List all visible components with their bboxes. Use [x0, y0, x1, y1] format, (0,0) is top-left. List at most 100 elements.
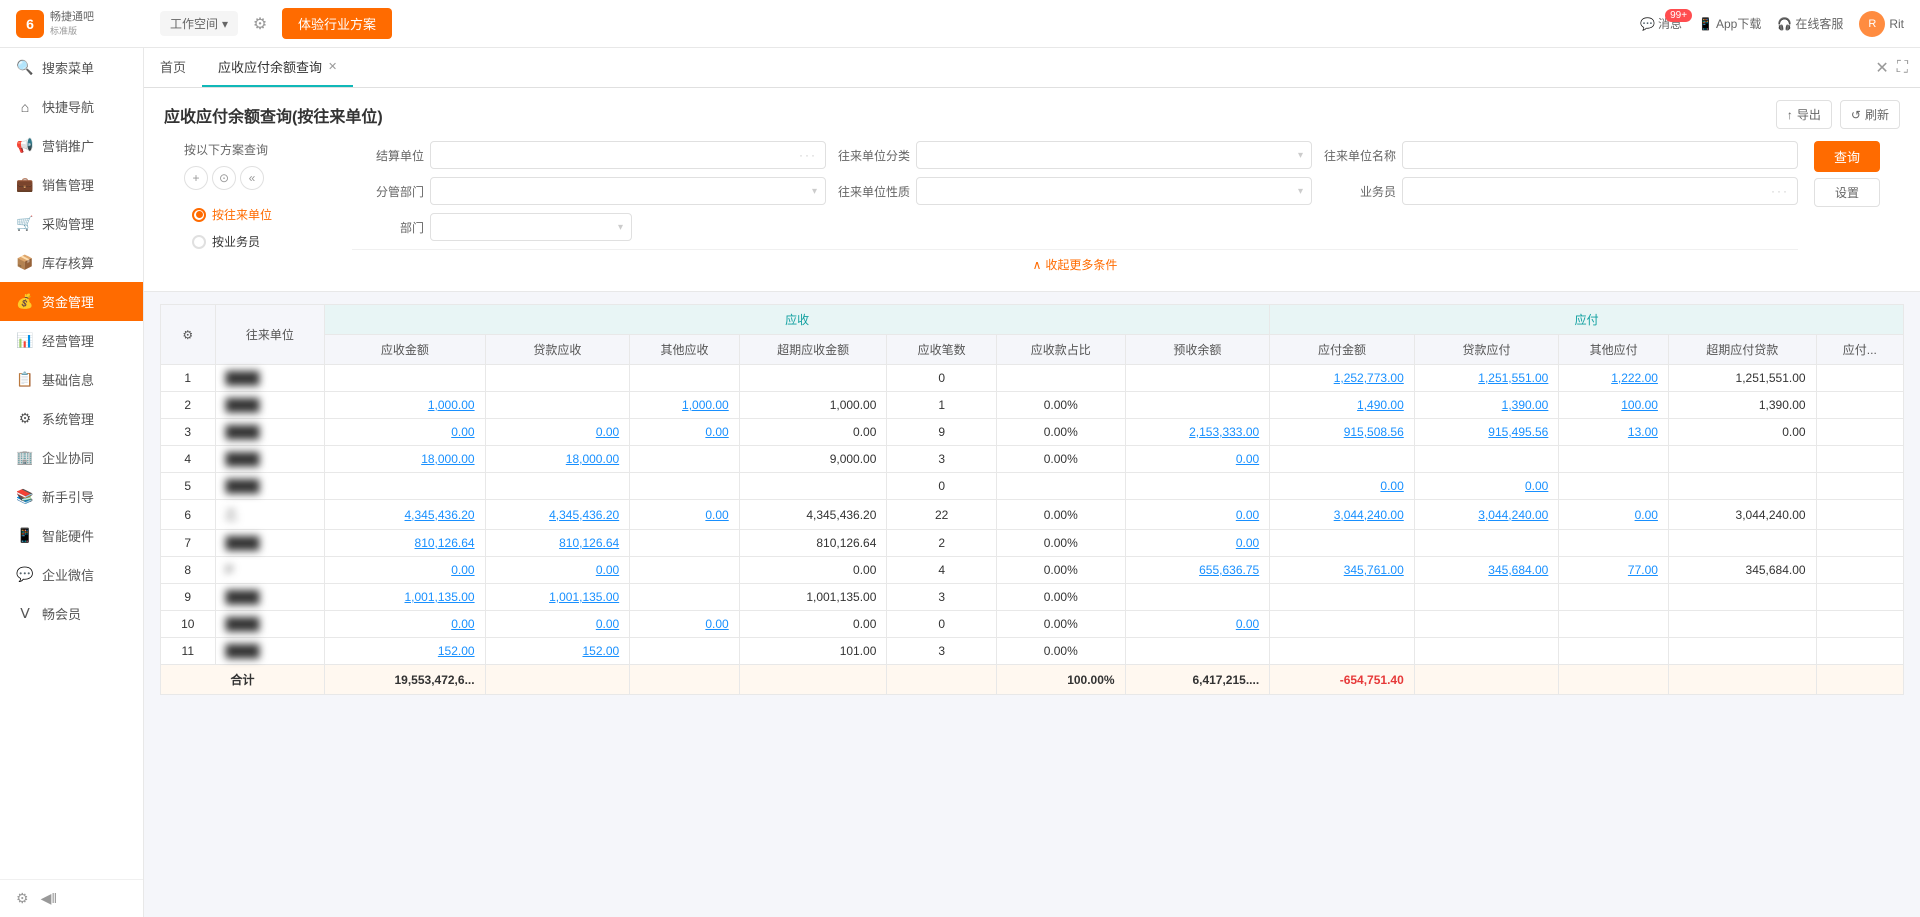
- row-prepay-bal: [1125, 473, 1270, 500]
- row-partner: ████: [215, 638, 325, 665]
- sales-icon: 💼: [16, 176, 34, 193]
- sidebar-item-sales[interactable]: 💼 销售管理: [0, 165, 143, 204]
- tab-close-all-icon[interactable]: ✕: [1875, 58, 1888, 78]
- counterpart-category-select[interactable]: ▾: [916, 141, 1312, 169]
- sidebar-item-enterprise[interactable]: 🏢 企业协同: [0, 438, 143, 477]
- add-scheme-button[interactable]: +: [184, 166, 208, 190]
- row-recv-other: [630, 446, 740, 473]
- row-recv-other: 0.00: [630, 500, 740, 530]
- sidebar-item-member[interactable]: Ⅴ 畅会员: [0, 594, 143, 633]
- sidebar-item-label: 采购管理: [42, 214, 94, 233]
- chevron-up-icon: ∧: [1033, 258, 1042, 272]
- radio-partner-icon: [192, 208, 206, 222]
- footer-recv-amt: 19,553,472,6...: [325, 665, 485, 695]
- sidebar-item-system[interactable]: ⚙ 系统管理: [0, 399, 143, 438]
- row-recv-overdue: [739, 365, 887, 392]
- filter-row-2: 分管部门 ▾ 往来单位性质 ▾: [352, 177, 1798, 205]
- user-area[interactable]: R Rit: [1859, 11, 1904, 37]
- sidebar-item-marketing[interactable]: 📢 营销推广: [0, 126, 143, 165]
- row-recv-pct: 0.00%: [996, 584, 1125, 611]
- row-pay-loan: 0.00: [1414, 473, 1559, 500]
- sidebar-item-basics[interactable]: 📋 基础信息: [0, 360, 143, 399]
- collapse-more-button[interactable]: ∧ 收起更多条件: [352, 249, 1798, 279]
- tab-close-icon[interactable]: ✕: [328, 60, 337, 73]
- messages-button[interactable]: 💬 消息 99+: [1640, 15, 1682, 32]
- division-select[interactable]: ▾: [430, 177, 826, 205]
- tab-home[interactable]: 首页: [144, 48, 202, 87]
- footer-label: 合计: [161, 665, 325, 695]
- row-prepay-bal: [1125, 392, 1270, 419]
- row-pay-other: [1559, 530, 1669, 557]
- sidebar-item-label: 智能硬件: [42, 526, 94, 545]
- sidebar-item-inventory[interactable]: 📦 库存核算: [0, 243, 143, 282]
- sidebar-item-label: 库存核算: [42, 253, 94, 272]
- department-select[interactable]: ▾: [430, 213, 632, 241]
- row-pay-other: [1559, 638, 1669, 665]
- counterpart-nature-select[interactable]: ▾: [916, 177, 1312, 205]
- sidebar-item-guide[interactable]: 📚 新手引导: [0, 477, 143, 516]
- row-pay-amt: [1270, 584, 1415, 611]
- row-recv-pct: [996, 473, 1125, 500]
- th-settings[interactable]: ⚙: [161, 305, 216, 365]
- th-recv-loan: 贷款应收: [485, 335, 630, 365]
- row-recv-other: [630, 584, 740, 611]
- row-recv-pct: 0.00%: [996, 446, 1125, 473]
- edit-scheme-button[interactable]: ⊙: [212, 166, 236, 190]
- settlement-unit-input[interactable]: ···: [430, 141, 826, 169]
- data-table: ⚙ 往来单位 应收 应付 应收金额 贷款应收 其他应收 超期应收金额 应收笔数 …: [160, 304, 1904, 695]
- refresh-button[interactable]: ↺ 刷新: [1840, 100, 1900, 129]
- main-content: 首页 应收应付余额查询 ✕ ✕ ⛶ 应收应付余额查询(按往来单位) ↑ 导出: [144, 48, 1920, 917]
- filter-by-salesperson[interactable]: 按业务员: [184, 229, 280, 254]
- tab-receivable[interactable]: 应收应付余额查询 ✕: [202, 48, 353, 87]
- row-partner: ████: [215, 365, 325, 392]
- row-recv-pct: 0.00%: [996, 530, 1125, 557]
- chevron-down-icon: ▾: [1298, 150, 1303, 161]
- row-pay-more: [1816, 500, 1903, 530]
- workspace-selector[interactable]: 工作空间 ▾: [160, 11, 238, 36]
- settings-button[interactable]: ⚙: [246, 10, 274, 38]
- sidebar-item-purchase[interactable]: 🛒 采购管理: [0, 204, 143, 243]
- query-button[interactable]: 查询: [1814, 141, 1880, 172]
- online-service-button[interactable]: 🎧 在线客服: [1777, 15, 1843, 32]
- filter-row-1: 结算单位 ··· 往来单位分类 ▾: [352, 141, 1798, 169]
- row-recv-pct: 0.00%: [996, 500, 1125, 530]
- footer-pay-loan: [1414, 665, 1559, 695]
- row-recv-amt: 0.00: [325, 557, 485, 584]
- row-no: 6: [161, 500, 216, 530]
- sidebar-item-operations[interactable]: 📊 经营管理: [0, 321, 143, 360]
- member-icon: Ⅴ: [16, 605, 34, 622]
- counterpart-name-input[interactable]: [1402, 141, 1798, 169]
- filter-by-partner[interactable]: 按往来单位: [184, 202, 280, 227]
- row-pay-loan: 3,044,240.00: [1414, 500, 1559, 530]
- system-icon: ⚙: [16, 410, 34, 427]
- settings-button[interactable]: 设置: [1814, 178, 1880, 207]
- salesperson-input[interactable]: ···: [1402, 177, 1798, 205]
- basics-icon: 📋: [16, 371, 34, 388]
- row-no: 1: [161, 365, 216, 392]
- sidebar-item-search[interactable]: 🔍 搜索菜单: [0, 48, 143, 87]
- sidebar-item-finance[interactable]: 💰 资金管理: [0, 282, 143, 321]
- row-recv-count: 2: [887, 530, 997, 557]
- app-download-button[interactable]: 📱 App下载: [1698, 15, 1761, 32]
- industry-button[interactable]: 体验行业方案: [282, 8, 392, 39]
- sidebar-collapse-icon[interactable]: ◀‖: [41, 890, 58, 907]
- row-pay-other: [1559, 584, 1669, 611]
- filter-left: 按以下方案查询 + ⊙ « 按往来单位 按业务员: [184, 141, 344, 254]
- sidebar-item-nav[interactable]: ⌂ 快捷导航: [0, 87, 143, 126]
- row-no: 5: [161, 473, 216, 500]
- sidebar-settings-icon[interactable]: ⚙: [16, 890, 29, 907]
- collapse-scheme-button[interactable]: «: [240, 166, 264, 190]
- sidebar-item-wechat[interactable]: 💬 企业微信: [0, 555, 143, 594]
- tab-expand-icon[interactable]: ⛶: [1897, 59, 1908, 77]
- sidebar-item-label: 搜索菜单: [42, 58, 94, 77]
- table-container[interactable]: ⚙ 往来单位 应收 应付 应收金额 贷款应收 其他应收 超期应收金额 应收笔数 …: [144, 292, 1920, 917]
- row-no: 10: [161, 611, 216, 638]
- row-partner: ████: [215, 419, 325, 446]
- row-recv-amt: 0.00: [325, 611, 485, 638]
- sidebar-item-hardware[interactable]: 📱 智能硬件: [0, 516, 143, 555]
- sidebar-item-label: 畅会员: [42, 604, 81, 623]
- messages-badge: 99+: [1665, 9, 1692, 22]
- export-button[interactable]: ↑ 导出: [1776, 100, 1832, 129]
- counterpart-category-label: 往来单位分类: [838, 147, 910, 164]
- row-recv-amt: [325, 365, 485, 392]
